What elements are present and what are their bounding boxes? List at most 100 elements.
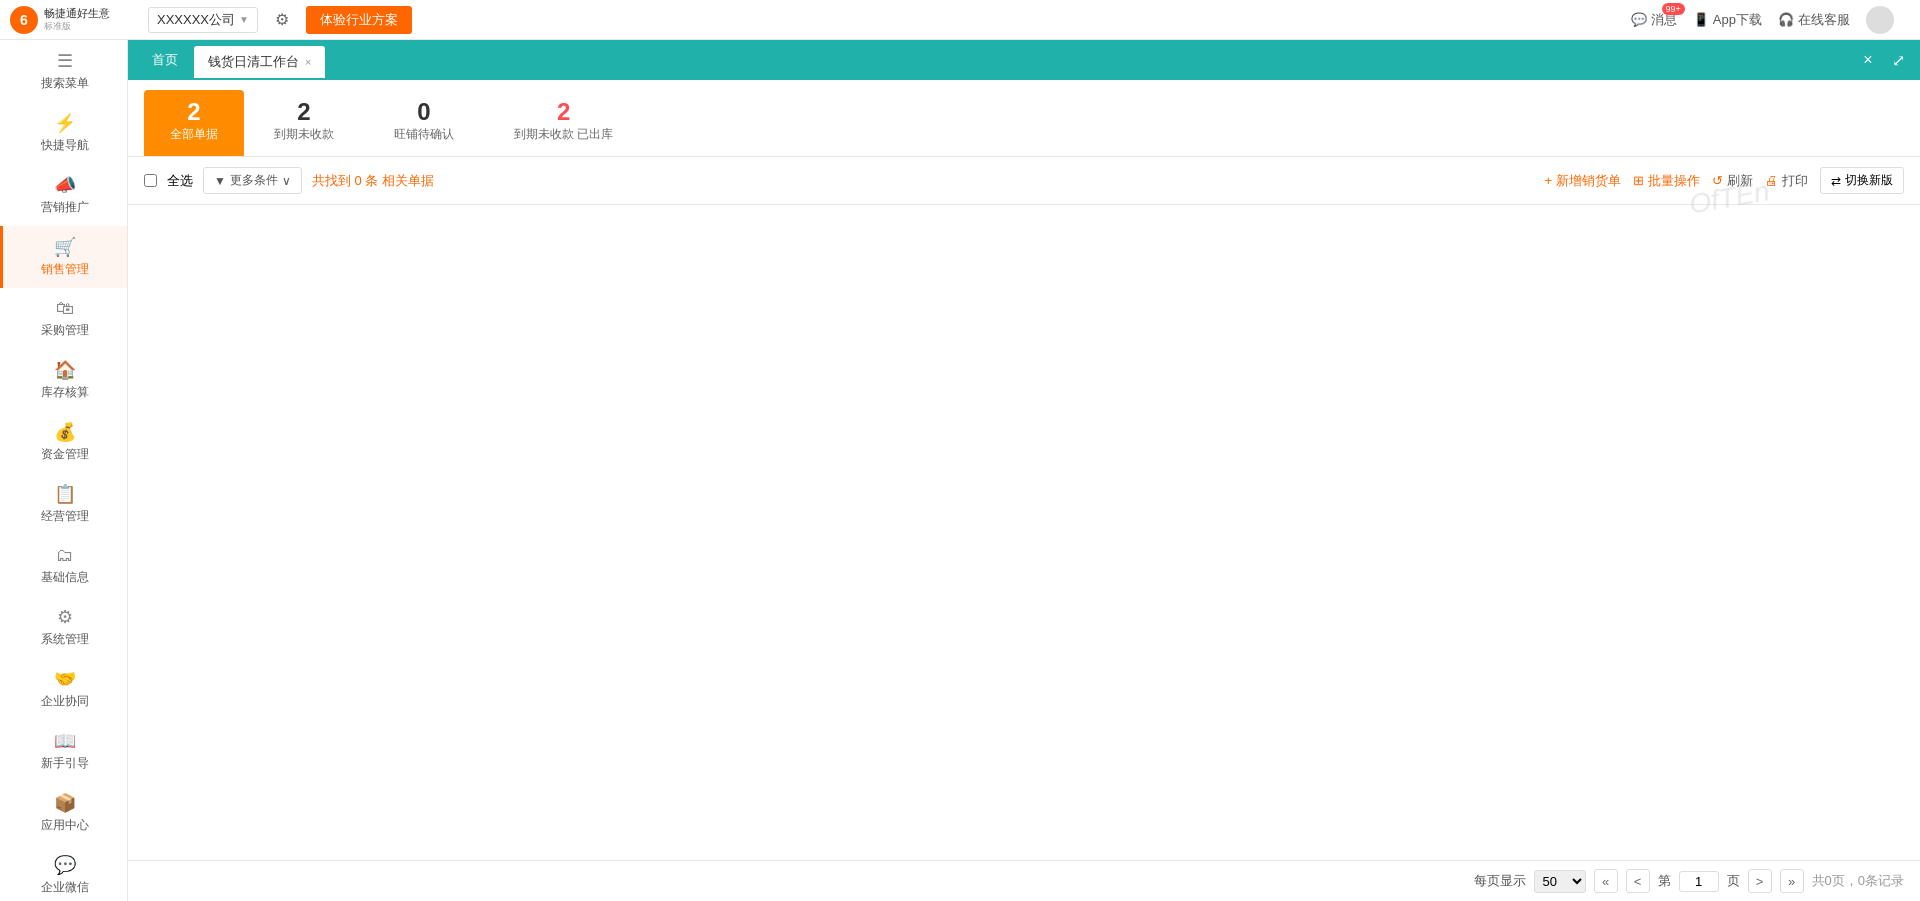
sidebar-item-inventory[interactable]: 🏠 库存核算 [0,349,127,411]
app-download-icon: 📱 [1693,12,1709,27]
prev-page-btn[interactable]: < [1626,869,1650,893]
purchase-icon: 🛍 [56,298,74,319]
switch-version-btn[interactable]: ⇄ 切换新版 [1820,167,1904,194]
sidebar-item-operations-label: 经营管理 [41,508,89,525]
stat-all-number: 2 [187,98,200,126]
last-page-btn[interactable]: » [1780,869,1804,893]
notification-badge: 99+ [1662,3,1685,15]
refresh-label: 刷新 [1727,172,1753,190]
page-label-end: 页 [1727,872,1740,890]
batch-icon: ⊞ [1633,173,1644,188]
sidebar-item-app-center[interactable]: 📦 应用中心 [0,782,127,844]
sidebar-item-sales-label: 销售管理 [41,261,89,278]
wechat-icon: 💬 [54,854,76,876]
sidebar-item-enterprise[interactable]: 🤝 企业协同 [0,658,127,720]
refresh-icon: ↺ [1712,173,1723,188]
trial-button[interactable]: 体验行业方案 [306,6,412,34]
result-number: 0 [355,173,362,188]
stat-overdue-label: 到期未收款 [274,126,334,143]
tab-active-label: 钱货日清工作台 [208,53,299,71]
content-area: 2 全部单据 2 到期未收款 0 旺铺待确认 2 到期未收款 已出库 [128,80,1920,901]
sidebar-item-base-info[interactable]: 🗂 基础信息 [0,535,127,596]
page-number-input[interactable] [1679,871,1719,892]
sidebar-item-wechat-label: 企业微信 [41,879,89,896]
sidebar-item-wechat[interactable]: 💬 企业微信 [0,844,127,901]
result-count: 共找到 0 条 相关单据 [312,172,434,190]
inventory-icon: 🏠 [54,359,76,381]
filter-icon: ▼ [214,174,226,188]
select-all-checkbox[interactable] [144,174,157,187]
sidebar-item-quick-nav-label: 快捷导航 [41,137,89,154]
logo-name: 畅捷通好生意 [44,6,110,20]
tab-actions: × ⤢ [1856,48,1910,72]
sidebar-item-purchase-label: 采购管理 [41,322,89,339]
app-center-icon: 📦 [54,792,76,814]
tab-minimize-btn[interactable]: × [1856,48,1880,72]
sidebar: ☰ 搜索菜单 ⚡ 快捷导航 📣 营销推广 🛒 销售管理 🛍 采购管理 🏠 库存核… [0,40,128,901]
new-order-label: 新增销货单 [1556,172,1621,190]
page-size-select[interactable]: 50 10 20 100 [1534,870,1586,893]
stat-tab-all[interactable]: 2 全部单据 [144,90,244,156]
sidebar-item-operations[interactable]: 📋 经营管理 [0,473,127,535]
company-name: XXXXXX公司 [157,11,235,29]
batch-label: 批量操作 [1648,172,1700,190]
settings-icon[interactable]: ⚙ [268,6,296,34]
sidebar-item-finance[interactable]: 💰 资金管理 [0,411,127,473]
next-page-btn[interactable]: > [1748,869,1772,893]
app-download-label: App下载 [1713,11,1762,29]
finance-icon: 💰 [54,421,76,443]
switch-icon: ⇄ [1831,174,1841,188]
top-header: 6 畅捷通好生意 标准版 XXXXXX公司 ▼ ⚙ 体验行业方案 💬 消息 99… [0,0,1920,40]
stat-shipped-label: 到期未收款 已出库 [514,126,613,143]
marketing-icon: 📣 [54,174,76,196]
main-content: 首页 钱货日清工作台 × × ⤢ 2 全部单据 2 到期未收款 [128,40,1920,901]
tab-home[interactable]: 首页 [138,45,192,75]
new-order-icon: + [1544,173,1552,188]
logo-icon: 6 [10,6,38,34]
sidebar-item-finance-label: 资金管理 [41,446,89,463]
batch-btn[interactable]: ⊞ 批量操作 [1633,172,1700,190]
print-icon: 🖨 [1765,173,1778,188]
sidebar-item-purchase[interactable]: 🛍 采购管理 [0,288,127,349]
sidebar-item-guide[interactable]: 📖 新手引导 [0,720,127,782]
company-dropdown-icon: ▼ [239,14,249,25]
table-area [128,205,1920,860]
stat-pending-number: 0 [417,98,430,126]
print-btn[interactable]: 🖨 打印 [1765,172,1808,190]
tab-active[interactable]: 钱货日清工作台 × [194,46,325,78]
sidebar-item-sales[interactable]: 🛒 销售管理 [0,226,127,288]
refresh-btn[interactable]: ↺ 刷新 [1712,172,1753,190]
logo-area: 6 畅捷通好生意 标准版 [10,6,138,34]
online-service-item[interactable]: 🎧 在线客服 [1778,11,1850,29]
app-download-item[interactable]: 📱 App下载 [1693,11,1762,29]
company-selector[interactable]: XXXXXX公司 ▼ [148,7,258,33]
first-page-btn[interactable]: « [1594,869,1618,893]
page-label: 第 [1658,872,1671,890]
tab-maximize-btn[interactable]: ⤢ [1886,48,1910,72]
stat-overdue-number: 2 [297,98,310,126]
switch-label: 切换新版 [1845,172,1893,189]
sidebar-item-marketing[interactable]: 📣 营销推广 [0,164,127,226]
filter-button[interactable]: ▼ 更多条件 ∨ [203,167,302,194]
system-icon: ⚙ [57,606,73,628]
stat-tab-overdue[interactable]: 2 到期未收款 [244,90,364,156]
pagination: 每页显示 50 10 20 100 « < 第 页 > » 共0页，0条记录 [128,860,1920,901]
new-order-btn[interactable]: + 新增销货单 [1544,172,1621,190]
sidebar-item-search[interactable]: ☰ 搜索菜单 [0,40,127,102]
guide-icon: 📖 [54,730,76,752]
tab-close-icon[interactable]: × [305,56,311,68]
header-right: 💬 消息 99+ 📱 App下载 🎧 在线客服 [1631,6,1910,34]
sidebar-item-quick-nav[interactable]: ⚡ 快捷导航 [0,102,127,164]
stat-tab-pending[interactable]: 0 旺铺待确认 [364,90,484,156]
sidebar-item-system-label: 系统管理 [41,631,89,648]
logo-text-group: 畅捷通好生意 标准版 [44,6,110,33]
stats-tabs: 2 全部单据 2 到期未收款 0 旺铺待确认 2 到期未收款 已出库 [128,80,1920,157]
sidebar-item-system[interactable]: ⚙ 系统管理 [0,596,127,658]
online-service-label: 在线客服 [1798,11,1850,29]
stat-tab-shipped[interactable]: 2 到期未收款 已出库 [484,90,643,156]
avatar[interactable] [1866,6,1894,34]
print-label: 打印 [1782,172,1808,190]
base-info-icon: 🗂 [56,545,74,566]
sales-icon: 🛒 [54,236,76,258]
notification-item[interactable]: 💬 消息 99+ [1631,11,1677,29]
